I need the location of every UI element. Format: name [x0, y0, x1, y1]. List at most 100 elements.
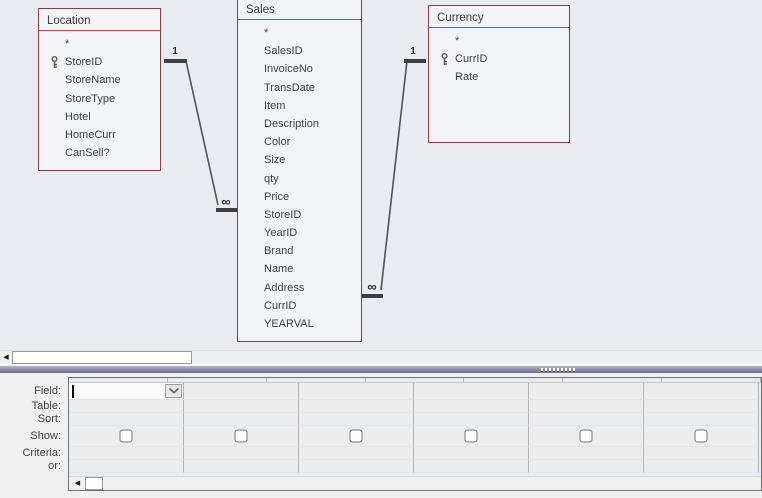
grid-cell-table-5[interactable]: [644, 400, 759, 413]
show-checkbox-1[interactable]: [234, 429, 248, 443]
field-item-homecurr[interactable]: HomeCurr: [39, 126, 160, 144]
field-item-star[interactable]: *: [429, 32, 569, 50]
field-list: * CurrID Rate: [429, 28, 569, 87]
field-item-storename[interactable]: StoreName: [39, 71, 160, 89]
show-checkbox-2[interactable]: [349, 429, 363, 443]
grid-cell-sort-5[interactable]: [644, 413, 759, 426]
field-name: Size: [264, 154, 286, 167]
field-item-description[interactable]: Description: [238, 115, 361, 133]
field-dropdown-button[interactable]: [165, 384, 182, 398]
field-item-storeid[interactable]: StoreID: [39, 53, 160, 71]
field-item-color[interactable]: Color: [238, 133, 361, 151]
grid-cell-criteria-0[interactable]: [69, 447, 184, 460]
table-card-sales[interactable]: Sales * SalesID InvoiceNo TransDate Item Desc…: [237, 0, 362, 342]
scrollbar-thumb[interactable]: [12, 351, 192, 364]
grid-row-label-criteria: Criteria:: [22, 447, 61, 459]
field-item-currid[interactable]: CurrID: [238, 297, 361, 315]
cardinality-many-label: ∞: [367, 279, 377, 294]
grid-cell-or-4[interactable]: [529, 460, 644, 473]
grid-cell-sort-4[interactable]: [529, 413, 644, 426]
grid-row-label-or: or:: [48, 460, 61, 472]
grid-cell-or-3[interactable]: [414, 460, 529, 473]
field-item-address[interactable]: Address: [238, 279, 361, 297]
field-item-hotel[interactable]: Hotel: [39, 108, 160, 126]
scroll-left-arrow-icon[interactable]: ◀: [0, 351, 12, 364]
field-item-salesid[interactable]: SalesID: [238, 42, 361, 60]
field-item-cansell?[interactable]: CanSell?: [39, 144, 160, 162]
scrollbar-thumb[interactable]: [85, 477, 103, 490]
grid-cell-field-4[interactable]: [529, 383, 644, 400]
field-name: InvoiceNo: [264, 63, 313, 76]
field-item-currid[interactable]: CurrID: [429, 50, 569, 68]
grid-cell-table-0[interactable]: [69, 400, 184, 413]
field-name: CurrID: [455, 53, 488, 66]
grid-horizontal-scrollbar[interactable]: ◀: [69, 476, 761, 490]
field-item-star[interactable]: *: [238, 24, 361, 42]
grid-cell-field-1[interactable]: [184, 383, 299, 400]
grid-cell-show-4[interactable]: [529, 426, 644, 447]
grid-cell-field-0[interactable]: [69, 383, 184, 400]
field-item-yearid[interactable]: YearID: [238, 224, 361, 242]
grid-cell-criteria-5[interactable]: [644, 447, 759, 460]
grid-cell-show-0[interactable]: [69, 426, 184, 447]
grid-cell-or-2[interactable]: [299, 460, 414, 473]
grid-cell-criteria-4[interactable]: [529, 447, 644, 460]
field-item-size[interactable]: Size: [238, 151, 361, 169]
grid-cell-criteria-1[interactable]: [184, 447, 299, 460]
cardinality-one-label: 1: [410, 46, 416, 57]
field-item-yearval[interactable]: YEARVAL: [238, 315, 361, 333]
show-checkbox-3[interactable]: [464, 429, 478, 443]
grid-cell-or-1[interactable]: [184, 460, 299, 473]
grid-cell-table-1[interactable]: [184, 400, 299, 413]
grid-cell-or-5[interactable]: [644, 460, 759, 473]
grid-cell-show-1[interactable]: [184, 426, 299, 447]
primary-key-icon: [50, 56, 59, 69]
table-title[interactable]: Currency: [429, 6, 569, 25]
grid-cell-field-2[interactable]: [299, 383, 414, 400]
grid-cell-field-3[interactable]: [414, 383, 529, 400]
grid-cell-field-5[interactable]: [644, 383, 759, 400]
grid-cell-show-3[interactable]: [414, 426, 529, 447]
field-name: Item: [264, 99, 286, 112]
query-design-canvas[interactable]: Location * StoreID StoreName StoreType Hotel…: [0, 0, 762, 350]
grid-cell-sort-1[interactable]: [184, 413, 299, 426]
grid-cell-criteria-2[interactable]: [299, 447, 414, 460]
field-item-star[interactable]: *: [39, 35, 160, 53]
show-checkbox-4[interactable]: [579, 429, 593, 443]
field-item-qty[interactable]: qty: [238, 170, 361, 188]
grid-cell-sort-3[interactable]: [414, 413, 529, 426]
show-checkbox-0[interactable]: [119, 429, 133, 443]
table-title[interactable]: Sales: [238, 0, 361, 17]
field-item-name[interactable]: Name: [238, 260, 361, 278]
diagram-horizontal-scrollbar[interactable]: ◀: [0, 350, 762, 365]
design-grid[interactable]: ◀: [68, 377, 762, 491]
grid-cell-table-2[interactable]: [299, 400, 414, 413]
field-item-brand[interactable]: Brand: [238, 242, 361, 260]
relationship-line-location-sales[interactable]: [164, 59, 237, 212]
field-item-storetype[interactable]: StoreType: [39, 90, 160, 108]
chevron-down-icon: [168, 388, 179, 394]
grid-cell-table-4[interactable]: [529, 400, 644, 413]
grid-cell-sort-0[interactable]: [69, 413, 184, 426]
grid-cell-sort-2[interactable]: [299, 413, 414, 426]
grid-cell-table-3[interactable]: [414, 400, 529, 413]
grid-cell-show-2[interactable]: [299, 426, 414, 447]
grid-cell-show-5[interactable]: [644, 426, 759, 447]
field-item-transdate[interactable]: TransDate: [238, 79, 361, 97]
show-checkbox-5[interactable]: [694, 429, 708, 443]
grid-cell-criteria-3[interactable]: [414, 447, 529, 460]
relationship-line-currency-sales[interactable]: [362, 59, 426, 298]
grid-cell-or-0[interactable]: [69, 460, 184, 473]
field-item-item[interactable]: Item: [238, 97, 361, 115]
scroll-left-arrow-icon[interactable]: ◀: [71, 477, 84, 490]
field-item-price[interactable]: Price: [238, 188, 361, 206]
table-card-location[interactable]: Location * StoreID StoreName StoreType Hotel…: [38, 8, 161, 171]
field-name: qty: [264, 172, 279, 185]
field-item-storeid[interactable]: StoreID: [238, 206, 361, 224]
pane-splitter-handle[interactable]: [0, 366, 762, 373]
splitter-grip-icon: [541, 368, 575, 371]
table-card-currency[interactable]: Currency * CurrID Rate: [428, 5, 570, 143]
table-title[interactable]: Location: [39, 9, 160, 28]
field-item-rate[interactable]: Rate: [429, 68, 569, 86]
field-item-invoiceno[interactable]: InvoiceNo: [238, 60, 361, 78]
